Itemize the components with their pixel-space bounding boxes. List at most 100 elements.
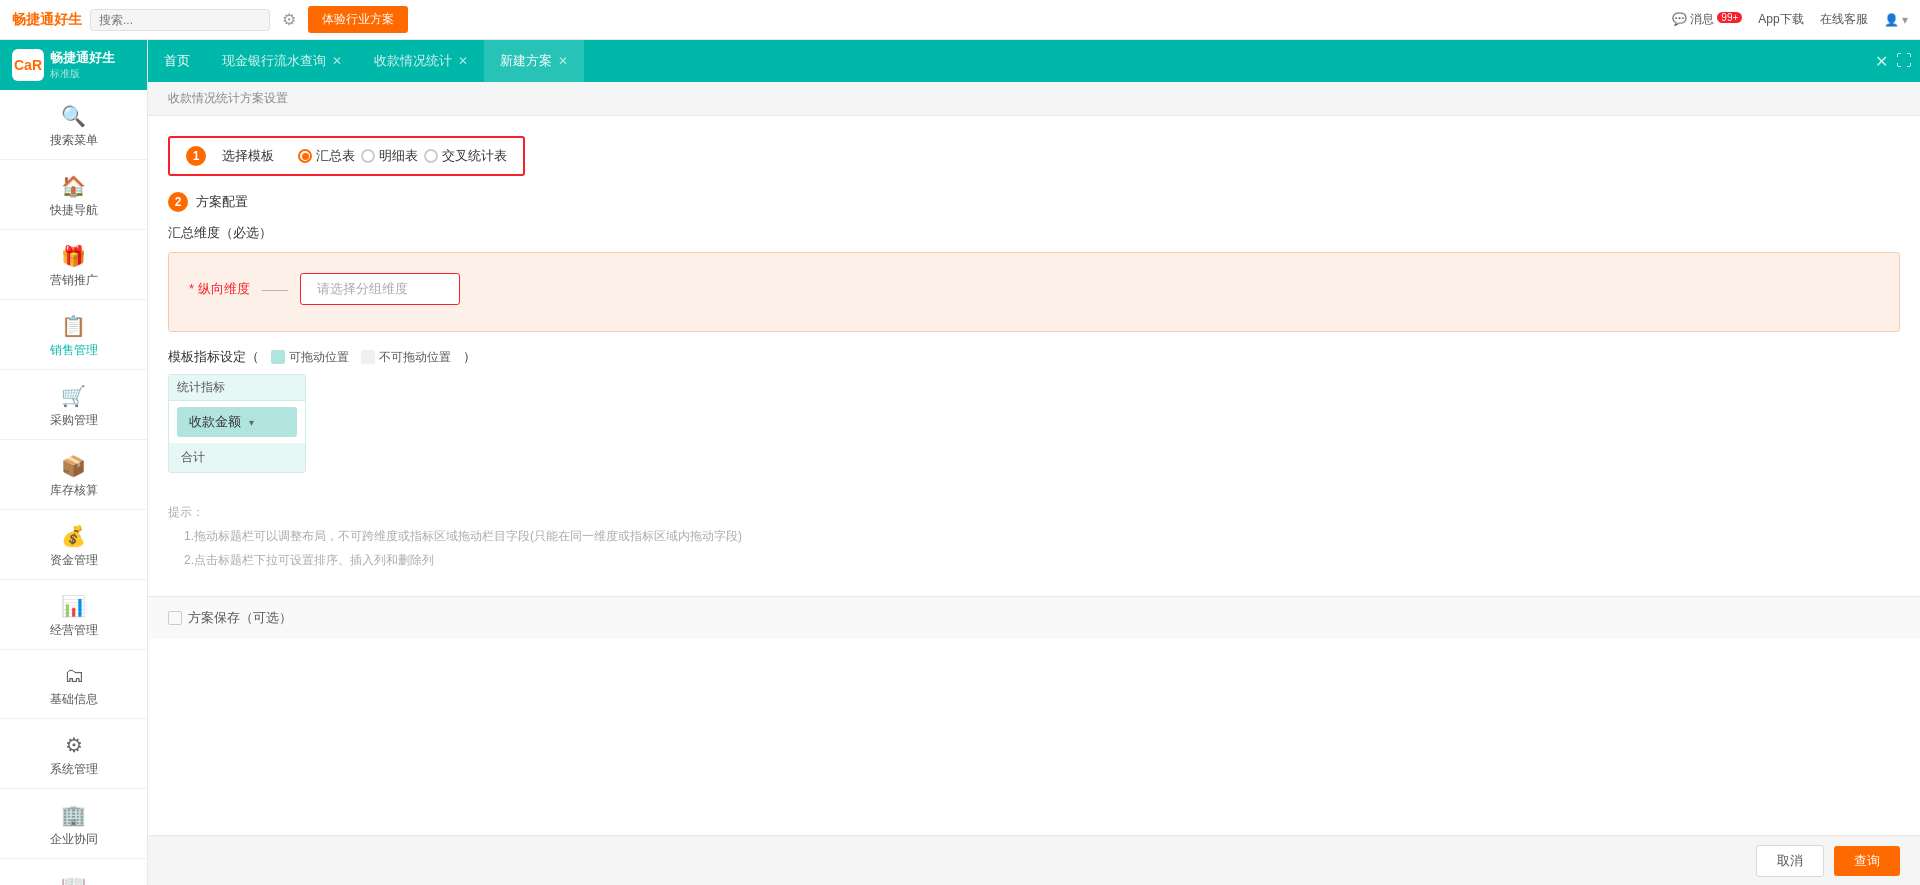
sidebar-item-quick-nav[interactable]: 🏠 快捷导航 <box>0 160 147 230</box>
sidebar-item-search-menu[interactable]: 🔍 搜索菜单 <box>0 90 147 160</box>
guide-icon: 📖 <box>61 873 86 885</box>
amount-tag-chevron: ▾ <box>249 417 254 428</box>
indicator-title-text: 模板指标设定（ <box>168 348 259 366</box>
cancel-button[interactable]: 取消 <box>1756 845 1824 877</box>
sidebar-item-sales[interactable]: 📋 销售管理 <box>0 300 147 370</box>
notification[interactable]: 💬 消息 99+ <box>1672 11 1743 28</box>
quick-nav-icon: 🏠 <box>61 174 86 198</box>
step1-section: 1 选择模板 汇总表 明细表 <box>168 136 1900 176</box>
logo-icon: CaR <box>12 49 44 81</box>
radio-summary-label: 汇总表 <box>316 147 355 165</box>
tab-receipts-close[interactable]: ✕ <box>458 54 468 68</box>
trial-button[interactable]: 体验行业方案 <box>308 6 408 33</box>
tab-close-window-icon[interactable]: ✕ <box>1875 52 1888 71</box>
amount-tag[interactable]: 收款金额 ▾ <box>177 407 297 437</box>
radio-detail-label: 明细表 <box>379 147 418 165</box>
page-breadcrumb: 收款情况统计方案设置 <box>148 82 1920 116</box>
radio-cross[interactable]: 交叉统计表 <box>424 147 507 165</box>
save-bar: 方案保存（可选） <box>148 596 1920 639</box>
radio-cross-label: 交叉统计表 <box>442 147 507 165</box>
sidebar-item-enterprise[interactable]: 🏢 企业协同 <box>0 789 147 859</box>
step1-badge: 1 <box>186 146 206 166</box>
query-button[interactable]: 查询 <box>1834 846 1900 876</box>
finance-icon: 💰 <box>61 524 86 548</box>
vertical-dimension-label: * 纵向维度 <box>189 280 250 298</box>
sidebar-label-operations: 经营管理 <box>50 622 98 639</box>
sidebar-label-marketing: 营销推广 <box>50 272 98 289</box>
sidebar-item-marketing[interactable]: 🎁 营销推广 <box>0 230 147 300</box>
radio-cross-dot <box>424 149 438 163</box>
vertical-dimension-row: * 纵向维度 —— 请选择分组维度 <box>189 273 1879 305</box>
sidebar-item-finance[interactable]: 💰 资金管理 <box>0 510 147 580</box>
save-checkbox-label[interactable]: 方案保存（可选） <box>168 609 292 627</box>
sidebar-item-purchase[interactable]: 🛒 采购管理 <box>0 370 147 440</box>
marketing-icon: 🎁 <box>61 244 86 268</box>
user-avatar[interactable]: 👤 ▾ <box>1884 13 1908 27</box>
online-service[interactable]: 在线客服 <box>1820 11 1868 28</box>
sidebar-item-guide[interactable]: 📖 新手引导 <box>0 859 147 885</box>
indicator-header: 模板指标设定（ 可拖动位置 不可拖动位置 ） <box>168 348 1900 366</box>
dimension-arrow: —— <box>262 282 288 297</box>
radio-detail[interactable]: 明细表 <box>361 147 418 165</box>
template-selection-box: 1 选择模板 汇总表 明细表 <box>168 136 525 176</box>
step2-header: 2 方案配置 <box>168 192 1900 212</box>
tip1: 1.拖动标题栏可以调整布局，不可跨维度或指标区域拖动栏目字段(只能在同一维度或指… <box>184 524 1900 548</box>
dimension-placeholder: 请选择分组维度 <box>317 281 408 296</box>
dimension-select[interactable]: 请选择分组维度 <box>300 273 460 305</box>
sidebar-item-inventory[interactable]: 📦 库存核算 <box>0 440 147 510</box>
stat-label: 统计指标 <box>169 375 305 401</box>
tab-cashflow[interactable]: 现金银行流水查询 ✕ <box>206 40 358 82</box>
sidebar-item-operations[interactable]: 📊 经营管理 <box>0 580 147 650</box>
search-input[interactable] <box>90 9 270 31</box>
tab-fullscreen-icon[interactable]: ⛶ <box>1896 52 1912 70</box>
legend-not-draggable: 不可拖动位置 <box>361 349 451 366</box>
tab-new-plan[interactable]: 新建方案 ✕ <box>484 40 584 82</box>
dimension-title: 汇总维度（必选） <box>168 224 1900 242</box>
gear-icon[interactable]: ⚙ <box>282 10 296 29</box>
legend-draggable-box <box>271 350 285 364</box>
basic-info-icon: 🗂 <box>64 664 84 687</box>
step1-header: 1 选择模板 汇总表 明细表 <box>168 136 1900 176</box>
sidebar-label-inventory: 库存核算 <box>50 482 98 499</box>
tab-cashflow-close[interactable]: ✕ <box>332 54 342 68</box>
sidebar: CaR 畅捷通好生 标准版 🔍 搜索菜单 🏠 快捷导航 🎁 营销推广 📋 销售管… <box>0 40 148 885</box>
legend-draggable-label: 可拖动位置 <box>289 349 349 366</box>
sidebar-item-basic-info[interactable]: 🗂 基础信息 <box>0 650 147 719</box>
radio-detail-dot <box>361 149 375 163</box>
enterprise-icon: 🏢 <box>61 803 86 827</box>
indicator-grid: 统计指标 收款金额 ▾ 合计 <box>168 374 306 473</box>
sidebar-label-sales: 销售管理 <box>50 342 98 359</box>
sales-icon: 📋 <box>61 314 86 338</box>
legend-not-draggable-label: 不可拖动位置 <box>379 349 451 366</box>
radio-summary[interactable]: 汇总表 <box>298 147 355 165</box>
tab-new-plan-close[interactable]: ✕ <box>558 54 568 68</box>
logo-text: 畅捷通好生 <box>12 11 82 27</box>
save-checkbox[interactable] <box>168 611 182 625</box>
top-bar: 畅捷通好生 ⚙ 体验行业方案 💬 消息 99+ App下载 在线客服 👤 ▾ <box>0 0 1920 40</box>
tab-receipts[interactable]: 收款情况统计 ✕ <box>358 40 484 82</box>
tab-new-plan-label: 新建方案 <box>500 52 552 70</box>
tab-bar-actions: ✕ ⛶ <box>1875 52 1920 71</box>
tab-home[interactable]: 首页 <box>148 40 206 82</box>
search-menu-icon: 🔍 <box>61 104 86 128</box>
operations-icon: 📊 <box>61 594 86 618</box>
sidebar-label-quick-nav: 快捷导航 <box>50 202 98 219</box>
sidebar-label-search-menu: 搜索菜单 <box>50 132 98 149</box>
sidebar-item-system[interactable]: ⚙ 系统管理 <box>0 719 147 789</box>
inventory-icon: 📦 <box>61 454 86 478</box>
content-area: 1 选择模板 汇总表 明细表 <box>148 116 1920 835</box>
amount-tag-label: 收款金额 <box>189 413 241 431</box>
app-download[interactable]: App下载 <box>1758 11 1803 28</box>
indicator-close-paren: ） <box>463 348 476 366</box>
sidebar-label-enterprise: 企业协同 <box>50 831 98 848</box>
step1-title: 选择模板 <box>222 147 274 165</box>
tip2: 2.点击标题栏下拉可设置排序、插入列和删除列 <box>184 548 1900 572</box>
breadcrumb-text: 收款情况统计方案设置 <box>168 91 288 105</box>
sidebar-label-purchase: 采购管理 <box>50 412 98 429</box>
notification-badge: 99+ <box>1717 12 1742 23</box>
top-right-actions: 💬 消息 99+ App下载 在线客服 👤 ▾ <box>1672 11 1908 28</box>
legend-draggable: 可拖动位置 <box>271 349 349 366</box>
form-body: 1 选择模板 汇总表 明细表 <box>148 116 1920 580</box>
radio-summary-dot <box>298 149 312 163</box>
logo-area: 畅捷通好生 <box>12 11 82 29</box>
